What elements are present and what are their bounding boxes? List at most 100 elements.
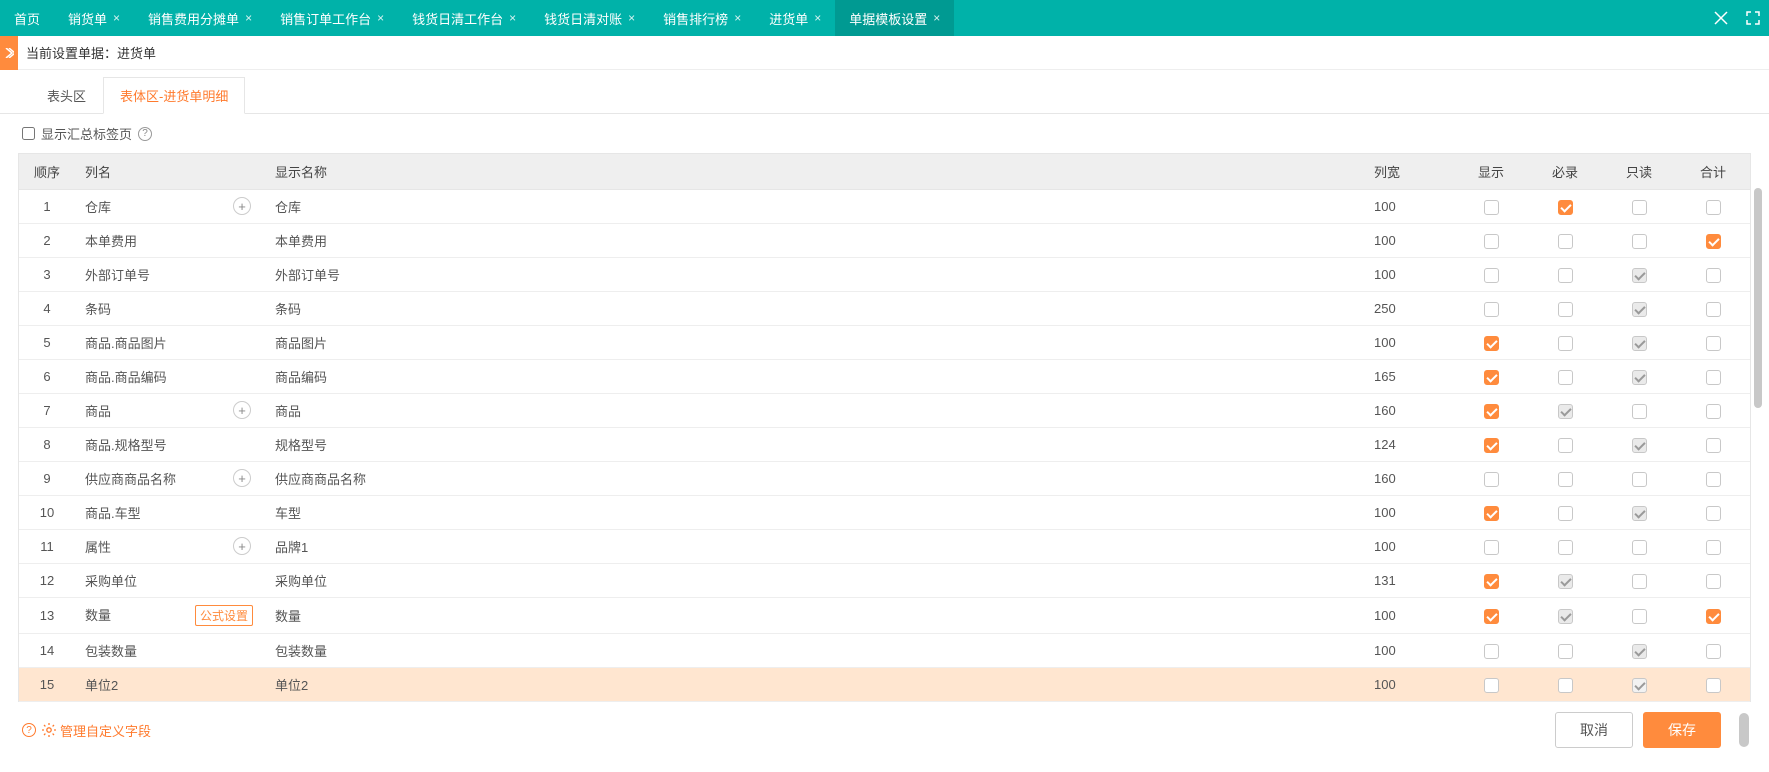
cell-display-name[interactable]: 单位2	[265, 668, 1364, 702]
cell-width[interactable]: 160	[1364, 462, 1454, 496]
cell-width[interactable]: 131	[1364, 564, 1454, 598]
checkbox[interactable]	[1558, 336, 1573, 351]
sidebar-expand-toggle[interactable]	[0, 36, 18, 70]
checkbox[interactable]	[1558, 404, 1573, 419]
cell-display-name[interactable]: 本单费用	[265, 224, 1364, 258]
checkbox[interactable]	[1706, 404, 1721, 419]
checkbox[interactable]	[1484, 472, 1499, 487]
table-row[interactable]: 9供应商商品名称+供应商商品名称160	[19, 462, 1750, 496]
save-button[interactable]: 保存	[1643, 712, 1721, 748]
cell-width[interactable]: 100	[1364, 190, 1454, 224]
table-row[interactable]: 10商品.车型车型100	[19, 496, 1750, 530]
checkbox[interactable]	[1558, 609, 1573, 624]
add-icon[interactable]: +	[233, 197, 251, 215]
close-icon[interactable]: ×	[933, 11, 940, 25]
table-row[interactable]: 8商品.规格型号规格型号124	[19, 428, 1750, 462]
checkbox[interactable]	[1706, 438, 1721, 453]
cell-display-name[interactable]: 商品	[265, 394, 1364, 428]
top-tab[interactable]: 销货单×	[54, 0, 134, 36]
checkbox[interactable]	[1632, 438, 1647, 453]
checkbox[interactable]	[1558, 438, 1573, 453]
cell-display-name[interactable]: 仓库	[265, 190, 1364, 224]
cell-display-name[interactable]: 供应商商品名称	[265, 462, 1364, 496]
checkbox[interactable]	[1632, 644, 1647, 659]
checkbox[interactable]	[1558, 540, 1573, 555]
checkbox[interactable]	[1706, 336, 1721, 351]
checkbox[interactable]	[1632, 472, 1647, 487]
checkbox[interactable]	[1558, 472, 1573, 487]
checkbox[interactable]	[1484, 200, 1499, 215]
table-row[interactable]: 7商品+商品160	[19, 394, 1750, 428]
top-tab[interactable]: 钱货日清对账×	[530, 0, 649, 36]
cell-width[interactable]: 100	[1364, 326, 1454, 360]
cell-width[interactable]: 100	[1364, 224, 1454, 258]
checkbox[interactable]	[1706, 644, 1721, 659]
checkbox[interactable]	[1558, 574, 1573, 589]
add-icon[interactable]: +	[233, 469, 251, 487]
checkbox[interactable]	[1706, 370, 1721, 385]
cell-display-name[interactable]: 数量	[265, 598, 1364, 634]
checkbox[interactable]	[1632, 609, 1647, 624]
checkbox[interactable]	[1484, 336, 1499, 351]
checkbox[interactable]	[1484, 234, 1499, 249]
checkbox[interactable]	[1706, 574, 1721, 589]
checkbox[interactable]	[1632, 234, 1647, 249]
cell-width[interactable]: 100	[1364, 530, 1454, 564]
checkbox[interactable]	[1632, 506, 1647, 521]
checkbox[interactable]	[1558, 234, 1573, 249]
cell-width[interactable]: 100	[1364, 258, 1454, 292]
checkbox[interactable]	[1632, 302, 1647, 317]
checkbox[interactable]	[1706, 540, 1721, 555]
checkbox[interactable]	[1484, 678, 1499, 693]
cell-width[interactable]: 160	[1364, 394, 1454, 428]
cell-display-name[interactable]: 外部订单号	[265, 258, 1364, 292]
checkbox[interactable]	[1558, 506, 1573, 521]
checkbox[interactable]	[1632, 404, 1647, 419]
formula-button[interactable]: 公式设置	[195, 605, 253, 626]
close-icon[interactable]: ×	[734, 11, 741, 25]
cancel-button[interactable]: 取消	[1555, 712, 1633, 748]
cell-display-name[interactable]: 品牌1	[265, 530, 1364, 564]
table-row[interactable]: 3外部订单号外部订单号100	[19, 258, 1750, 292]
close-icon[interactable]: ×	[509, 11, 516, 25]
checkbox[interactable]	[1558, 200, 1573, 215]
close-icon[interactable]: ×	[628, 11, 635, 25]
cell-width[interactable]: 100	[1364, 668, 1454, 702]
checkbox[interactable]	[1484, 609, 1499, 624]
table-row[interactable]: 6商品.商品编码商品编码165	[19, 360, 1750, 394]
top-tab[interactable]: 单据模板设置×	[835, 0, 954, 36]
cell-display-name[interactable]: 规格型号	[265, 428, 1364, 462]
add-icon[interactable]: +	[233, 401, 251, 419]
close-icon[interactable]: ×	[377, 11, 384, 25]
top-tab[interactable]: 销售订单工作台×	[266, 0, 398, 36]
sub-tab[interactable]: 表体区-进货单明细	[103, 77, 245, 114]
checkbox[interactable]	[1484, 404, 1499, 419]
cell-display-name[interactable]: 车型	[265, 496, 1364, 530]
checkbox[interactable]	[1484, 540, 1499, 555]
checkbox[interactable]	[1632, 336, 1647, 351]
add-icon[interactable]: +	[233, 537, 251, 555]
top-tab[interactable]: 钱货日清工作台×	[398, 0, 530, 36]
checkbox[interactable]	[1632, 574, 1647, 589]
checkbox[interactable]	[1706, 200, 1721, 215]
top-tab[interactable]: 销售费用分摊单×	[134, 0, 266, 36]
checkbox[interactable]	[1484, 506, 1499, 521]
checkbox[interactable]	[1706, 678, 1721, 693]
scrollbar-thumb[interactable]	[1754, 188, 1762, 408]
table-row[interactable]: 2本单费用本单费用100	[19, 224, 1750, 258]
cell-width[interactable]: 165	[1364, 360, 1454, 394]
help-icon-footer[interactable]: ?	[22, 723, 36, 737]
table-row[interactable]: 5商品.商品图片商品图片100	[19, 326, 1750, 360]
checkbox[interactable]	[1484, 644, 1499, 659]
checkbox[interactable]	[1706, 268, 1721, 283]
manage-custom-fields-link[interactable]: ? 管理自定义字段	[22, 721, 151, 740]
show-summary-checkbox[interactable]	[22, 127, 35, 140]
cell-width[interactable]: 250	[1364, 292, 1454, 326]
cell-width[interactable]: 100	[1364, 598, 1454, 634]
checkbox[interactable]	[1632, 370, 1647, 385]
top-tab[interactable]: 进货单×	[755, 0, 835, 36]
sub-tab[interactable]: 表头区	[30, 77, 103, 113]
checkbox[interactable]	[1484, 302, 1499, 317]
checkbox[interactable]	[1558, 268, 1573, 283]
checkbox[interactable]	[1706, 609, 1721, 624]
